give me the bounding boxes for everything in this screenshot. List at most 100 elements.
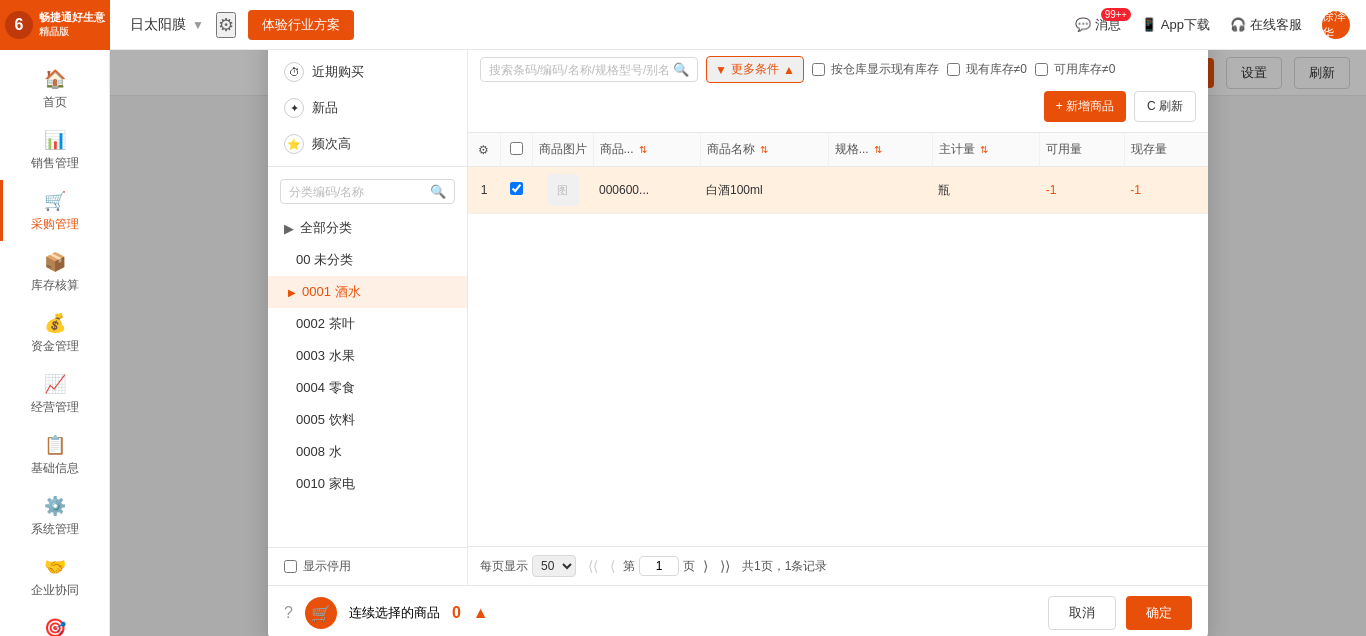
cat-liquor-arrow-icon: ▶ xyxy=(288,287,296,298)
sidebar-item-operation[interactable]: 📈 经营管理 xyxy=(0,363,109,424)
cart-icon[interactable]: 🛒 xyxy=(305,597,337,629)
message-icon: 💬 xyxy=(1075,17,1091,32)
sidebar-item-home[interactable]: 🏠 首页 xyxy=(0,58,109,119)
sidebar-item-inventory[interactable]: 📦 库存核算 xyxy=(0,241,109,302)
last-page-button[interactable]: ⟩⟩ xyxy=(716,556,734,576)
cat-item-beverage[interactable]: 0005 饮料 xyxy=(268,404,467,436)
table-row[interactable]: 1 图 000600... xyxy=(468,167,1208,214)
nav-online-service[interactable]: 🎧 在线客服 xyxy=(1230,16,1302,34)
row-checkbox[interactable] xyxy=(510,182,523,195)
cat-item-water[interactable]: 0008 水 xyxy=(268,436,467,468)
store-selector[interactable]: 日太阳膜 ▼ xyxy=(130,16,204,34)
checkbox-current-stock[interactable]: 现有库存≠0 xyxy=(947,61,1027,78)
high-frequency-icon: ⭐ xyxy=(284,134,304,154)
sidebar-item-basics[interactable]: 📋 基础信息 xyxy=(0,424,109,485)
sidebar-item-sales[interactable]: 📊 销售管理 xyxy=(0,119,109,180)
select-all-checkbox[interactable] xyxy=(510,142,523,155)
sidebar-item-finance[interactable]: 💰 资金管理 xyxy=(0,302,109,363)
product-name: 白酒100ml xyxy=(706,183,763,197)
mobile-icon: 📱 xyxy=(1141,17,1157,32)
sidebar-item-purchase[interactable]: 🛒 采购管理 xyxy=(0,180,109,241)
next-page-button[interactable]: ⟩ xyxy=(699,556,712,576)
filter-icon: ▼ xyxy=(715,63,727,77)
modal-footer: ? 🛒 连续选择的商品 0 ▲ 取消 确定 xyxy=(268,585,1208,636)
nav-message[interactable]: 💬 消息 99++ xyxy=(1075,16,1121,34)
search-icon[interactable]: 🔍 xyxy=(673,62,689,77)
col-unit[interactable]: 主计量 ⇅ xyxy=(932,133,1040,167)
avatar: 徐泽华 xyxy=(1322,11,1350,39)
system-icon: ⚙️ xyxy=(44,495,66,517)
row-settings-cell: 1 xyxy=(468,167,500,214)
row-code-cell: 000600... xyxy=(593,167,700,214)
sidebar-item-guide[interactable]: 🎯 新手引导 xyxy=(0,607,109,636)
page-number-input[interactable] xyxy=(639,556,679,576)
new-products-icon: ✦ xyxy=(284,98,304,118)
show-disabled-label: 显示停用 xyxy=(303,558,351,575)
recent-purchase-icon: ⏱ xyxy=(284,62,304,82)
toolbar-actions: + 新增商品 C 刷新 xyxy=(1044,91,1196,122)
warehouse-stock-checkbox[interactable] xyxy=(812,63,825,76)
available-stock-label: 可用库存≠0 xyxy=(1054,61,1115,78)
collapse-icon[interactable]: ▲ xyxy=(473,604,489,622)
sidebar-label-enterprise: 企业协同 xyxy=(31,582,79,599)
category-search-icon[interactable]: 🔍 xyxy=(430,184,446,199)
row-unit-cell: 瓶 xyxy=(932,167,1040,214)
per-page-select[interactable]: 50 xyxy=(532,555,576,577)
logo: 6 畅捷通好生意 精品版 xyxy=(0,0,110,50)
checkbox-warehouse-stock[interactable]: 按仓库显示现有库存 xyxy=(812,61,939,78)
more-filter-button[interactable]: ▼ 更多条件 ▲ xyxy=(706,56,804,83)
cat-item-liquor[interactable]: ▶ 0001 酒水 xyxy=(268,276,467,308)
cat-item-snack[interactable]: 0004 零食 xyxy=(268,372,467,404)
help-icon[interactable]: ? xyxy=(284,604,293,622)
tab-high-frequency[interactable]: ⭐ 频次高 xyxy=(268,126,467,162)
tab-recent-purchase[interactable]: ⏱ 近期购买 xyxy=(268,54,467,90)
confirm-button[interactable]: 确定 xyxy=(1126,596,1192,630)
cat-item-fruit[interactable]: 0003 水果 xyxy=(268,340,467,372)
cat-appliance-label: 0010 家电 xyxy=(296,475,355,493)
add-product-button[interactable]: + 新增商品 xyxy=(1044,91,1126,122)
trial-button[interactable]: 体验行业方案 xyxy=(248,10,354,40)
show-disabled-checkbox[interactable] xyxy=(284,560,297,573)
total-records-label: 共1页，1条记录 xyxy=(742,558,827,575)
sidebar-item-system[interactable]: ⚙️ 系统管理 xyxy=(0,485,109,546)
cancel-button[interactable]: 取消 xyxy=(1048,596,1116,630)
col-name[interactable]: 商品名称 ⇅ xyxy=(700,133,828,167)
tab-new-products[interactable]: ✦ 新品 xyxy=(268,90,467,126)
nav-user[interactable]: 徐泽华 xyxy=(1322,11,1350,39)
nav-app-download[interactable]: 📱 App下载 xyxy=(1141,16,1210,34)
current-stock-checkbox[interactable] xyxy=(947,63,960,76)
cat-item-appliance[interactable]: 0010 家电 xyxy=(268,468,467,500)
sidebar-label-purchase: 采购管理 xyxy=(31,216,79,233)
row-check-cell[interactable] xyxy=(500,167,532,214)
high-frequency-label: 频次高 xyxy=(312,135,351,153)
modal-toolbar: 🔍 ▼ 更多条件 ▲ 按仓库显示现有库存 xyxy=(468,50,1208,133)
cat-unclassified-label: 00 未分类 xyxy=(296,251,353,269)
purchase-icon: 🛒 xyxy=(44,190,66,212)
product-search-box: 🔍 xyxy=(480,57,698,82)
cat-item-all[interactable]: ▶ 全部分类 xyxy=(268,212,467,244)
prev-page-button[interactable]: ⟨ xyxy=(606,556,619,576)
page-label-end: 页 xyxy=(683,558,695,575)
available-stock-checkbox[interactable] xyxy=(1035,63,1048,76)
sidebar-label-operation: 经营管理 xyxy=(31,399,79,416)
product-reference-modal: 商品参照 ✕ ⏱ 近期购买 ✦ 新品 xyxy=(268,50,1208,636)
selected-count: 0 xyxy=(452,604,461,622)
page-navigation: ⟨⟨ ⟨ 第 页 ⟩ ⟩⟩ xyxy=(584,556,734,576)
settings-icon[interactable]: ⚙ xyxy=(216,12,236,38)
finance-icon: 💰 xyxy=(44,312,66,334)
message-badge: 99++ xyxy=(1101,8,1131,21)
col-spec[interactable]: 规格... ⇅ xyxy=(828,133,932,167)
col-code[interactable]: 商品... ⇅ xyxy=(593,133,700,167)
product-search-input[interactable] xyxy=(489,63,669,77)
sidebar-item-enterprise[interactable]: 🤝 企业协同 xyxy=(0,546,109,607)
modal-left-panel: ⏱ 近期购买 ✦ 新品 ⭐ 频次高 xyxy=(268,50,468,585)
sidebar: 🏠 首页 📊 销售管理 🛒 采购管理 📦 库存核算 💰 资金管理 📈 经营管理 … xyxy=(0,50,110,636)
cat-item-unclassified[interactable]: 00 未分类 xyxy=(268,244,467,276)
category-search-input[interactable] xyxy=(289,185,426,199)
cat-item-tea[interactable]: 0002 茶叶 xyxy=(268,308,467,340)
cat-water-label: 0008 水 xyxy=(296,443,342,461)
table-header-row: ⚙ 商品图片 商品... ⇅ xyxy=(468,133,1208,167)
refresh-table-button[interactable]: C 刷新 xyxy=(1134,91,1196,122)
checkbox-available-stock[interactable]: 可用库存≠0 xyxy=(1035,61,1115,78)
first-page-button[interactable]: ⟨⟨ xyxy=(584,556,602,576)
